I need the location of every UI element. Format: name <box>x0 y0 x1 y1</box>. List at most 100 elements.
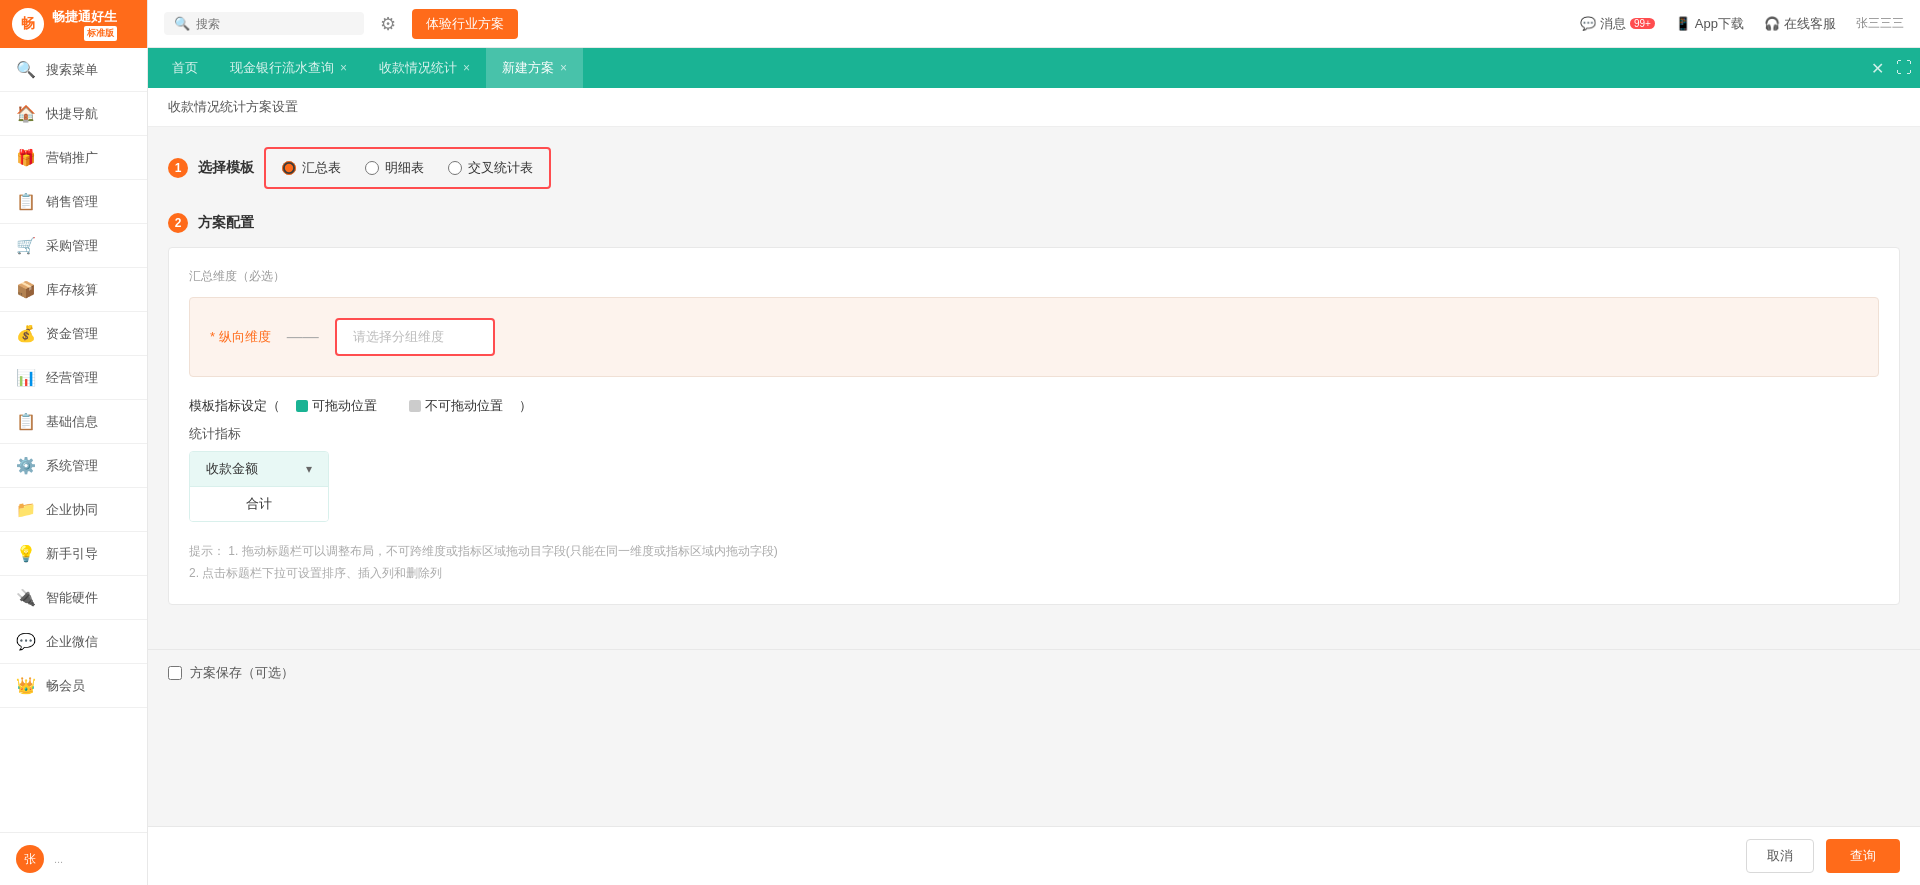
tab-home[interactable]: 首页 <box>156 48 214 88</box>
sidebar-logo: 畅 畅捷通好生 标准版 <box>0 0 147 48</box>
sidebar-item-purchase[interactable]: 🛒 采购管理 <box>0 224 147 268</box>
tab-new-plan-close[interactable]: × <box>560 61 567 75</box>
dimension-select[interactable]: 请选择分组维度 <box>335 318 495 356</box>
step1-badge: 1 <box>168 158 188 178</box>
non-draggable-tag <box>409 400 421 412</box>
save-checkbox[interactable] <box>168 666 182 680</box>
footer: 取消 查询 <box>148 826 1920 885</box>
tab-new-plan[interactable]: 新建方案 × <box>486 48 583 88</box>
metrics-dropdown-arrow[interactable]: ▾ <box>306 462 312 476</box>
membership-icon: 👑 <box>16 676 36 695</box>
corp-wechat-icon: 💬 <box>16 632 36 651</box>
tips-section: 提示： 1. 拖动标题栏可以调整布局，不可跨维度或指标区域拖动目字段(只能在同一… <box>189 541 1879 584</box>
page-header: 收款情况统计方案设置 <box>148 88 1920 127</box>
sidebar-item-sales[interactable]: 📋 销售管理 <box>0 180 147 224</box>
sidebar-item-label: 采购管理 <box>46 237 98 255</box>
app-download-btn[interactable]: 📱 App下载 <box>1675 15 1744 33</box>
tab-receivable-label: 收款情况统计 <box>379 59 457 77</box>
sidebar-item-label: 搜索菜单 <box>46 61 98 79</box>
purchase-icon: 🛒 <box>16 236 36 255</box>
radio-summary-label: 汇总表 <box>302 159 341 177</box>
message-btn[interactable]: 💬 消息 99+ <box>1580 15 1655 33</box>
topbar-search-box[interactable]: 🔍 <box>164 12 364 35</box>
tab-receivable[interactable]: 收款情况统计 × <box>363 48 486 88</box>
sidebar-item-search-menu[interactable]: 🔍 搜索菜单 <box>0 48 147 92</box>
metrics-column-label: 收款金额 <box>206 460 258 478</box>
metrics-table-header: 收款金额 ▾ <box>190 452 328 487</box>
service-icon: 🎧 <box>1764 16 1780 31</box>
step1-header: 1 选择模板 汇总表 明细表 <box>168 147 1900 189</box>
search-icon: 🔍 <box>174 16 190 31</box>
new-guide-icon: 💡 <box>16 544 36 563</box>
tab-home-label: 首页 <box>172 59 198 77</box>
tab-cashflow-close[interactable]: × <box>340 61 347 75</box>
username-label: ... <box>54 853 63 865</box>
logo-badge: 标准版 <box>84 26 117 41</box>
metrics-config-header: 模板指标设定（ 可拖动位置 不可拖动位置 ） <box>189 397 1879 415</box>
sidebar-item-new-guide[interactable]: 💡 新手引导 <box>0 532 147 576</box>
tab-cashflow[interactable]: 现金银行流水查询 × <box>214 48 363 88</box>
quick-nav-icon: 🏠 <box>16 104 36 123</box>
topbar-right: 💬 消息 99+ 📱 App下载 🎧 在线客服 张三三三 <box>1580 15 1904 33</box>
sidebar-item-label: 资金管理 <box>46 325 98 343</box>
message-label: 消息 <box>1600 15 1626 33</box>
sidebar-item-corp-wechat[interactable]: 💬 企业微信 <box>0 620 147 664</box>
marketing-icon: 🎁 <box>16 148 36 167</box>
sidebar-item-operations[interactable]: 📊 经营管理 <box>0 356 147 400</box>
sidebar: 畅 畅捷通好生 标准版 🔍 搜索菜单 🏠 快捷导航 🎁 营销推广 📋 销售管理 … <box>0 0 148 885</box>
tabbar: 首页 现金银行流水查询 × 收款情况统计 × 新建方案 × ✕ ⛶ <box>148 48 1920 88</box>
draggable-label: 可拖动位置 <box>312 397 377 415</box>
sidebar-item-finance[interactable]: 💰 资金管理 <box>0 312 147 356</box>
sidebar-item-label: 销售管理 <box>46 193 98 211</box>
dimension-label-text: 汇总维度（必选） <box>189 269 285 283</box>
radio-detail-input[interactable] <box>365 161 379 175</box>
tip-1: 提示： 1. 拖动标题栏可以调整布局，不可跨维度或指标区域拖动目字段(只能在同一… <box>189 541 1879 563</box>
settings-icon[interactable]: ⚙ <box>380 13 396 35</box>
close-window-btn[interactable]: ✕ <box>1871 59 1884 78</box>
config-section: 汇总维度（必选） * 纵向维度 —— 请选择分组维度 <box>168 247 1900 605</box>
tab-cashflow-label: 现金银行流水查询 <box>230 59 334 77</box>
radio-cross[interactable]: 交叉统计表 <box>448 159 533 177</box>
sidebar-item-quick-nav[interactable]: 🏠 快捷导航 <box>0 92 147 136</box>
sidebar-item-label: 基础信息 <box>46 413 98 431</box>
radio-detail[interactable]: 明细表 <box>365 159 424 177</box>
content-area: 收款情况统计方案设置 1 选择模板 汇总表 <box>148 88 1920 826</box>
template-radio-group: 汇总表 明细表 交叉统计表 <box>282 159 533 177</box>
sidebar-bottom: 张 ... <box>0 832 147 885</box>
search-input[interactable] <box>196 17 336 31</box>
smart-hw-icon: 🔌 <box>16 588 36 607</box>
avatar: 张 <box>16 845 44 873</box>
step2-section: 2 方案配置 汇总维度（必选） * 纵向维度 —— 请选择分组 <box>168 213 1900 605</box>
maximize-btn[interactable]: ⛶ <box>1896 59 1912 77</box>
industry-btn[interactable]: 体验行业方案 <box>412 9 518 39</box>
sidebar-item-label: 智能硬件 <box>46 589 98 607</box>
tab-receivable-close[interactable]: × <box>463 61 470 75</box>
sidebar-item-basic-info[interactable]: 📋 基础信息 <box>0 400 147 444</box>
query-button[interactable]: 查询 <box>1826 839 1900 873</box>
radio-summary[interactable]: 汇总表 <box>282 159 341 177</box>
sidebar-item-marketing[interactable]: 🎁 营销推广 <box>0 136 147 180</box>
cancel-button[interactable]: 取消 <box>1746 839 1814 873</box>
metrics-table-cell: 合计 <box>190 487 328 521</box>
sidebar-item-system[interactable]: ⚙️ 系统管理 <box>0 444 147 488</box>
username: 张三三三 <box>1856 15 1904 32</box>
sidebar-item-corp-collab[interactable]: 📁 企业协同 <box>0 488 147 532</box>
download-label: App下载 <box>1695 15 1744 33</box>
sidebar-item-label: 营销推广 <box>46 149 98 167</box>
save-checkbox-label[interactable]: 方案保存（可选） <box>190 664 294 682</box>
sidebar-item-membership[interactable]: 👑 畅会员 <box>0 664 147 708</box>
dimension-area: * 纵向维度 —— 请选择分组维度 <box>189 297 1879 377</box>
metrics-table: 收款金额 ▾ 合计 <box>189 451 329 522</box>
sidebar-item-label: 系统管理 <box>46 457 98 475</box>
sidebar-item-inventory[interactable]: 📦 库存核算 <box>0 268 147 312</box>
step2-title: 方案配置 <box>198 214 254 232</box>
online-service-btn[interactable]: 🎧 在线客服 <box>1764 15 1836 33</box>
save-section: 方案保存（可选） <box>148 649 1920 696</box>
message-badge: 99+ <box>1630 18 1655 29</box>
radio-summary-input[interactable] <box>282 161 296 175</box>
tip-2: 2. 点击标题栏下拉可设置排序、插入列和删除列 <box>189 563 1879 585</box>
sidebar-item-smart-hw[interactable]: 🔌 智能硬件 <box>0 576 147 620</box>
radio-cross-input[interactable] <box>448 161 462 175</box>
inventory-icon: 📦 <box>16 280 36 299</box>
topbar: 🔍 ⚙ 体验行业方案 💬 消息 99+ 📱 App下载 🎧 在线客服 张三三三 <box>148 0 1920 48</box>
